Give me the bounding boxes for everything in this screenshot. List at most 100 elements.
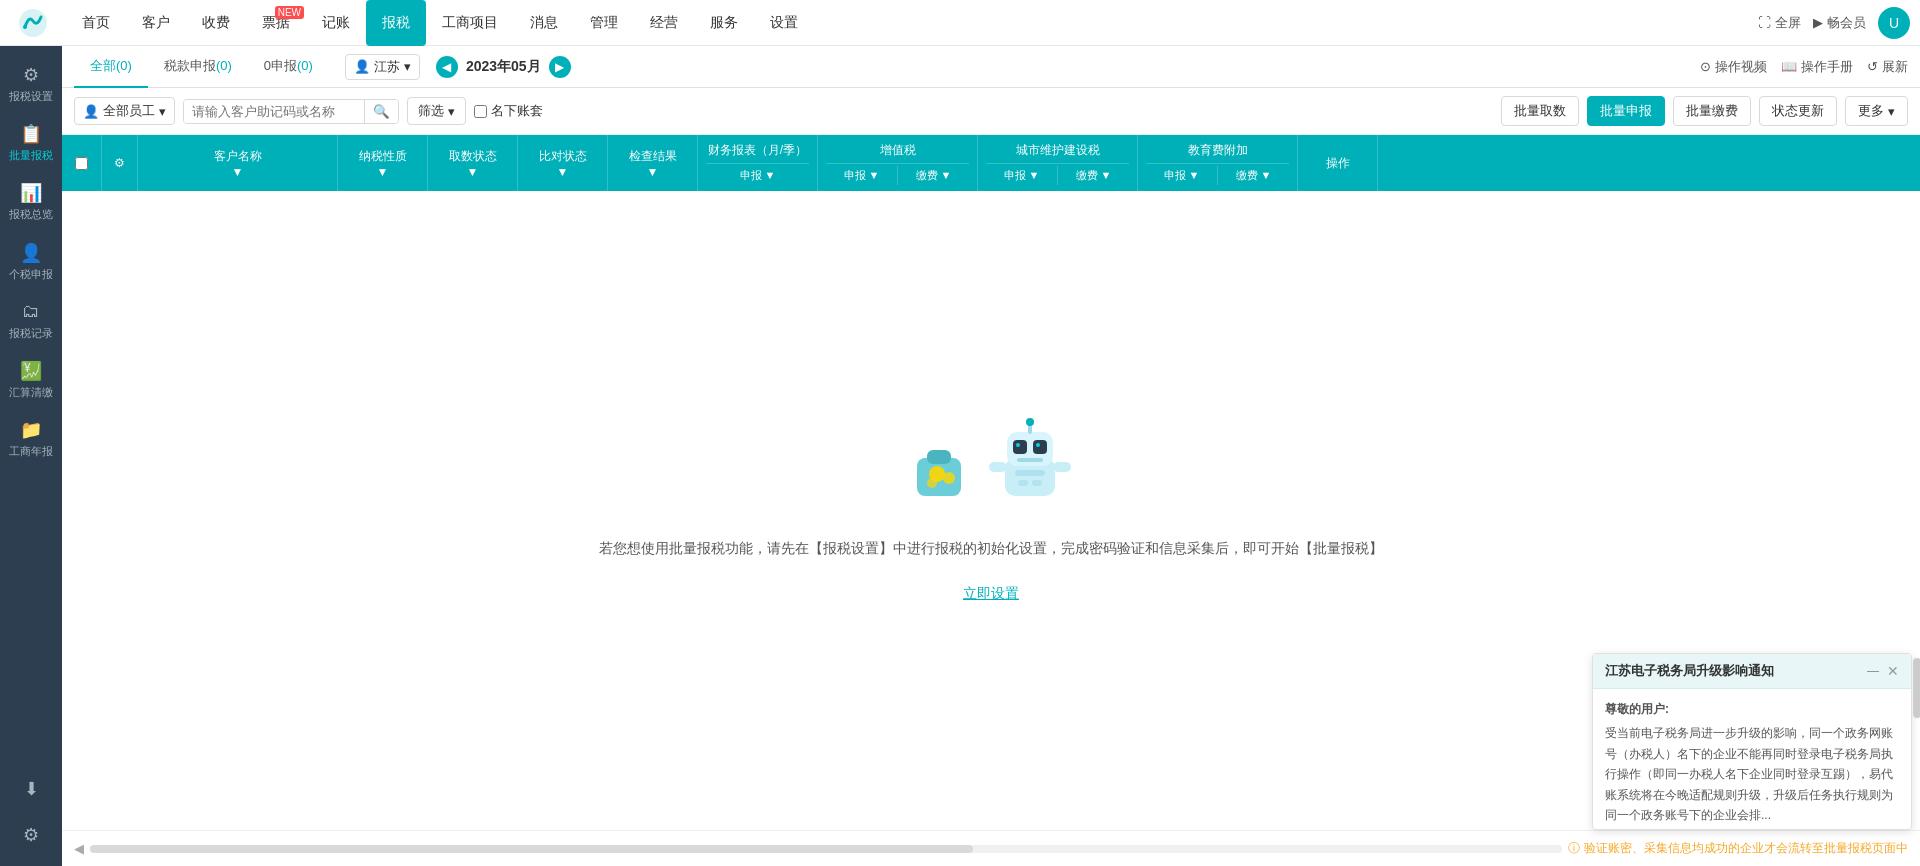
nav-billing[interactable]: 收费 [186, 0, 246, 46]
batch-fetch-btn[interactable]: 批量取数 [1501, 96, 1579, 126]
filter-btn[interactable]: 筛选 ▾ [407, 97, 466, 125]
th-gear[interactable]: ⚙ [102, 135, 138, 191]
fullscreen-icon: ⛶ [1758, 15, 1771, 30]
horizontal-scrollbar[interactable] [90, 845, 1562, 853]
search-wrap: 🔍 [183, 99, 399, 124]
nav-home[interactable]: 首页 [66, 0, 126, 46]
filter-icon-sm[interactable]: ▼ [1101, 169, 1112, 181]
video-link[interactable]: ⊙ 操作视频 [1700, 58, 1767, 76]
nav-tax[interactable]: 报税 [366, 0, 426, 46]
th-taxtype: 纳税性质 ▼ [338, 135, 428, 191]
sidebar-item-download[interactable]: ⬇ [16, 768, 46, 810]
tab-zero-declare[interactable]: 0申报 (0) [248, 46, 329, 88]
notif-scrollbar [1911, 654, 1920, 829]
sidebar-item-annual-report[interactable]: 📁 工商年报 [0, 409, 62, 468]
logo[interactable] [10, 0, 56, 46]
nav-operation[interactable]: 经营 [634, 0, 694, 46]
gear-icon: ⚙ [114, 156, 125, 170]
filter-icon[interactable]: ▼ [557, 165, 569, 179]
search-input[interactable] [184, 100, 364, 123]
filter-icon-sm[interactable]: ▼ [1261, 169, 1272, 181]
th-check[interactable] [62, 135, 102, 191]
nav-items: 首页 客户 收费 票据 NEW 记账 报税 工商项目 消息 管理 经营 服务 设… [66, 0, 1758, 46]
sidebar-bottom: ⬇ ⚙ [16, 768, 46, 866]
fullscreen-btn[interactable]: ⛶ 全屏 [1758, 14, 1801, 32]
svg-rect-17 [1053, 462, 1071, 472]
nav-service[interactable]: 服务 [694, 0, 754, 46]
filter-icon-sm[interactable]: ▼ [1189, 169, 1200, 181]
tab-all[interactable]: 全部 (0) [74, 46, 148, 88]
annual-report-icon: 📁 [20, 419, 42, 441]
toolbar: 👤 全部员工 ▾ 🔍 筛选 ▾ 名下账套 批量取数 批量申报 批量缴费 状态更新 [62, 88, 1920, 135]
nav-accounting[interactable]: 记账 [306, 0, 366, 46]
employee-icon: 👤 [83, 104, 99, 119]
scroll-left-btn[interactable]: ◀ [74, 841, 84, 856]
employee-select[interactable]: 👤 全部员工 ▾ [74, 97, 175, 125]
manual-link[interactable]: 📖 操作手册 [1781, 58, 1853, 76]
status-update-btn[interactable]: 状态更新 [1759, 96, 1837, 126]
th-finance: 财务报表（月/季） 申报 ▼ [698, 135, 818, 191]
sidebar-item-settlement[interactable]: 💹 汇算清缴 [0, 350, 62, 409]
svg-rect-13 [1017, 458, 1043, 462]
notif-minus-btn[interactable]: — [1867, 664, 1879, 678]
nav-business[interactable]: 工商项目 [426, 0, 514, 46]
tax-records-icon: 🗂 [20, 301, 42, 323]
sidebar-label-settlement: 汇算清缴 [9, 386, 53, 399]
sidebar-label-tax-records: 报税记录 [9, 327, 53, 340]
filter-icon[interactable]: ▼ [377, 165, 389, 179]
svg-point-1 [23, 25, 27, 29]
th-name: 客户名称 ▼ [138, 135, 338, 191]
filter-icon-sm[interactable]: ▼ [869, 169, 880, 181]
bottom-bar: ◀ ⓘ 验证账密、采集信息均成功的企业才会流转至批量报税页面中 [62, 830, 1920, 866]
prev-month-btn[interactable]: ◀ [436, 56, 458, 78]
sidebar-item-personal-tax[interactable]: 👤 个税申报 [0, 232, 62, 291]
tab-tax-declare[interactable]: 税款申报 (0) [148, 46, 248, 88]
checkbox-wrap[interactable]: 名下账套 [474, 102, 543, 120]
sidebar-label-batch-tax: 批量报税 [9, 149, 53, 162]
notif-title: 江苏电子税务局升级影响通知 [1605, 662, 1774, 680]
sidebar-item-tax-records[interactable]: 🗂 报税记录 [0, 291, 62, 350]
sub-tabs: 全部 (0) 税款申报 (0) 0申报 (0) 👤 江苏 ▾ ◀ 2023年05… [62, 46, 1920, 88]
notif-close-btn[interactable]: ✕ [1887, 663, 1899, 679]
sidebar-label-tax-settings: 报税设置 [9, 90, 53, 103]
nav-manage[interactable]: 管理 [574, 0, 634, 46]
nav-settings[interactable]: 设置 [754, 0, 814, 46]
refresh-link[interactable]: ↺ 展新 [1867, 58, 1908, 76]
batch-tax-icon: 📋 [20, 123, 42, 145]
sidebar-item-tax-overview[interactable]: 📊 报税总览 [0, 172, 62, 231]
notification-panel: 江苏电子税务局升级影响通知 — ✕ 尊敬的用户: 受当前电子税务局进一步升级的影… [1592, 653, 1912, 830]
notif-greeting: 尊敬的用户: [1605, 699, 1899, 719]
filter-icon-sm[interactable]: ▼ [1029, 169, 1040, 181]
filter-icon[interactable]: ▼ [647, 165, 659, 179]
nav-message[interactable]: 消息 [514, 0, 574, 46]
filter-icon[interactable]: ▼ [467, 165, 479, 179]
filter-icon-sm[interactable]: ▼ [765, 169, 776, 181]
account-checkbox[interactable] [474, 105, 487, 118]
fullscreen-label: 全屏 [1775, 14, 1801, 32]
next-month-btn[interactable]: ▶ [549, 56, 571, 78]
filter-icon-sm[interactable]: ▼ [941, 169, 952, 181]
more-btn[interactable]: 更多 ▾ [1845, 96, 1908, 126]
setup-link[interactable]: 立即设置 [963, 585, 1019, 603]
video-icon: ⊙ [1700, 59, 1711, 74]
sidebar-item-batch-tax[interactable]: 📋 批量报税 [0, 113, 62, 172]
member-icon: ▶ [1813, 15, 1823, 30]
sidebar-item-settings[interactable]: ⚙ [16, 814, 46, 856]
nav-customer[interactable]: 客户 [126, 0, 186, 46]
batch-pay-btn[interactable]: 批量缴费 [1673, 96, 1751, 126]
batch-declare-btn[interactable]: 批量申报 [1587, 96, 1665, 126]
svg-rect-19 [1018, 480, 1028, 486]
svg-point-5 [943, 472, 955, 484]
avatar[interactable]: U [1878, 7, 1910, 39]
nav-invoice[interactable]: 票据 NEW [246, 0, 306, 46]
member-btn[interactable]: ▶ 畅会员 [1813, 14, 1866, 32]
select-all-checkbox[interactable] [75, 157, 88, 170]
search-button[interactable]: 🔍 [364, 100, 398, 123]
province-select[interactable]: 👤 江苏 ▾ [345, 54, 420, 80]
nav-right: ⛶ 全屏 ▶ 畅会员 U [1758, 7, 1910, 39]
filter-icon[interactable]: ▼ [232, 165, 244, 179]
filter-label: 筛选 [418, 102, 444, 120]
settings-icon: ⚙ [20, 824, 42, 846]
notif-scroll-thumb[interactable] [1913, 658, 1920, 718]
sidebar-item-tax-settings[interactable]: ⚙ 报税设置 [0, 54, 62, 113]
